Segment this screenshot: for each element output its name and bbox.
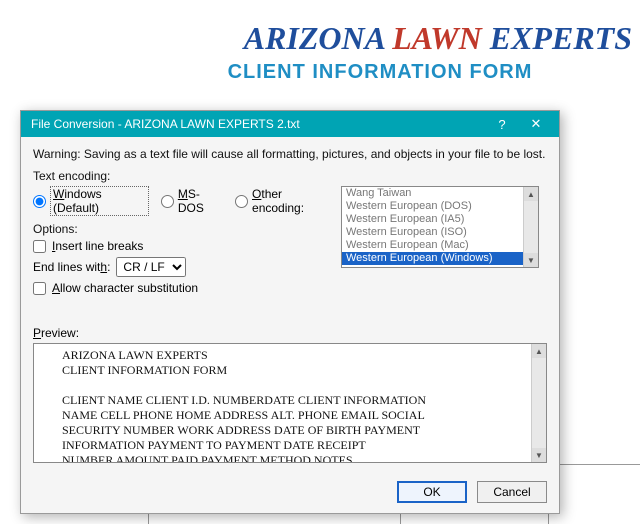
doc-title-part1: ARIZONA: [244, 20, 392, 56]
end-lines-label: End lines with:: [33, 260, 110, 274]
doc-subtitle: CLIENT INFORMATION FORM: [0, 61, 640, 84]
scroll-up-icon[interactable]: ▲: [532, 344, 546, 358]
radio-other[interactable]: Other encoding:: [235, 187, 333, 215]
radio-windows[interactable]: Windows (Default): [33, 186, 149, 216]
close-button[interactable]: ✕: [519, 114, 553, 134]
preview-line: [62, 378, 540, 393]
insert-line-breaks-checkbox[interactable]: [33, 240, 46, 253]
preview-line: SECURITY NUMBER WORK ADDRESS DATE OF BIR…: [62, 423, 540, 438]
allow-substitution-option[interactable]: Allow character substitution: [33, 281, 333, 295]
help-button[interactable]: ?: [485, 114, 519, 134]
radio-msdos[interactable]: MS-DOS: [161, 187, 223, 215]
insert-line-breaks-option[interactable]: Insert line breaks: [33, 239, 333, 253]
scroll-down-icon[interactable]: ▼: [532, 448, 546, 462]
list-item[interactable]: Western European (Mac): [342, 239, 538, 252]
encoding-radio-group: Windows (Default) MS-DOS Other encoding:: [33, 186, 333, 216]
scroll-down-icon[interactable]: ▼: [524, 253, 538, 267]
warning-text: Warning: Saving as a text file will caus…: [33, 147, 547, 161]
file-conversion-dialog: File Conversion - ARIZONA LAWN EXPERTS 2…: [20, 110, 560, 514]
dialog-title: File Conversion - ARIZONA LAWN EXPERTS 2…: [31, 117, 485, 131]
preview-box[interactable]: ARIZONA LAWN EXPERTS CLIENT INFORMATION …: [33, 343, 547, 463]
insert-line-breaks-label: Insert line breaks: [52, 239, 143, 253]
radio-windows-input[interactable]: [33, 195, 46, 208]
preview-line: CLIENT NAME CLIENT I.D. NUMBERDATE CLIEN…: [62, 393, 540, 408]
allow-substitution-label: Allow character substitution: [52, 281, 198, 295]
dialog-buttons: OK Cancel: [21, 473, 559, 513]
radio-msdos-input[interactable]: [161, 195, 174, 208]
end-lines-select[interactable]: CR / LF: [116, 257, 186, 277]
preview-scrollbar[interactable]: ▲ ▼: [531, 344, 546, 462]
list-item[interactable]: Western European (DOS): [342, 200, 538, 213]
dialog-titlebar[interactable]: File Conversion - ARIZONA LAWN EXPERTS 2…: [21, 111, 559, 137]
encoding-listbox[interactable]: Wang Taiwan Western European (DOS) Weste…: [341, 186, 539, 268]
preview-line: ARIZONA LAWN EXPERTS: [62, 348, 540, 363]
text-encoding-label: Text encoding:: [33, 169, 547, 183]
radio-other-label: Other encoding:: [252, 187, 333, 215]
list-item[interactable]: Western European (IA5): [342, 213, 538, 226]
scroll-up-icon[interactable]: ▲: [524, 187, 538, 201]
radio-windows-label: Windows (Default): [50, 186, 149, 216]
allow-substitution-checkbox[interactable]: [33, 282, 46, 295]
doc-title: ARIZONA LAWN EXPERTS: [0, 20, 640, 57]
options-label: Options:: [33, 222, 333, 236]
ok-button[interactable]: OK: [397, 481, 467, 503]
list-item[interactable]: Wang Taiwan: [342, 187, 538, 200]
preview-label: Preview:: [33, 326, 547, 340]
close-icon: ✕: [531, 116, 542, 132]
list-item[interactable]: Western European (ISO): [342, 226, 538, 239]
radio-msdos-label: MS-DOS: [178, 187, 223, 215]
end-lines-row: End lines with: CR / LF: [33, 257, 333, 277]
preview-line: CLIENT INFORMATION FORM: [62, 363, 540, 378]
preview-line: INFORMATION PAYMENT TO PAYMENT DATE RECE…: [62, 438, 540, 453]
preview-line: NUMBER AMOUNT PAID PAYMENT METHOD NOTES: [62, 453, 540, 463]
help-icon: ?: [498, 117, 505, 132]
listbox-scrollbar[interactable]: ▲ ▼: [523, 187, 538, 267]
cancel-button[interactable]: Cancel: [477, 481, 547, 503]
radio-other-input[interactable]: [235, 195, 248, 208]
preview-line: NAME CELL PHONE HOME ADDRESS ALT. PHONE …: [62, 408, 540, 423]
doc-title-part2: LAWN: [392, 20, 482, 56]
doc-title-part3: EXPERTS: [482, 20, 632, 56]
list-item-selected[interactable]: Western European (Windows): [342, 252, 538, 265]
